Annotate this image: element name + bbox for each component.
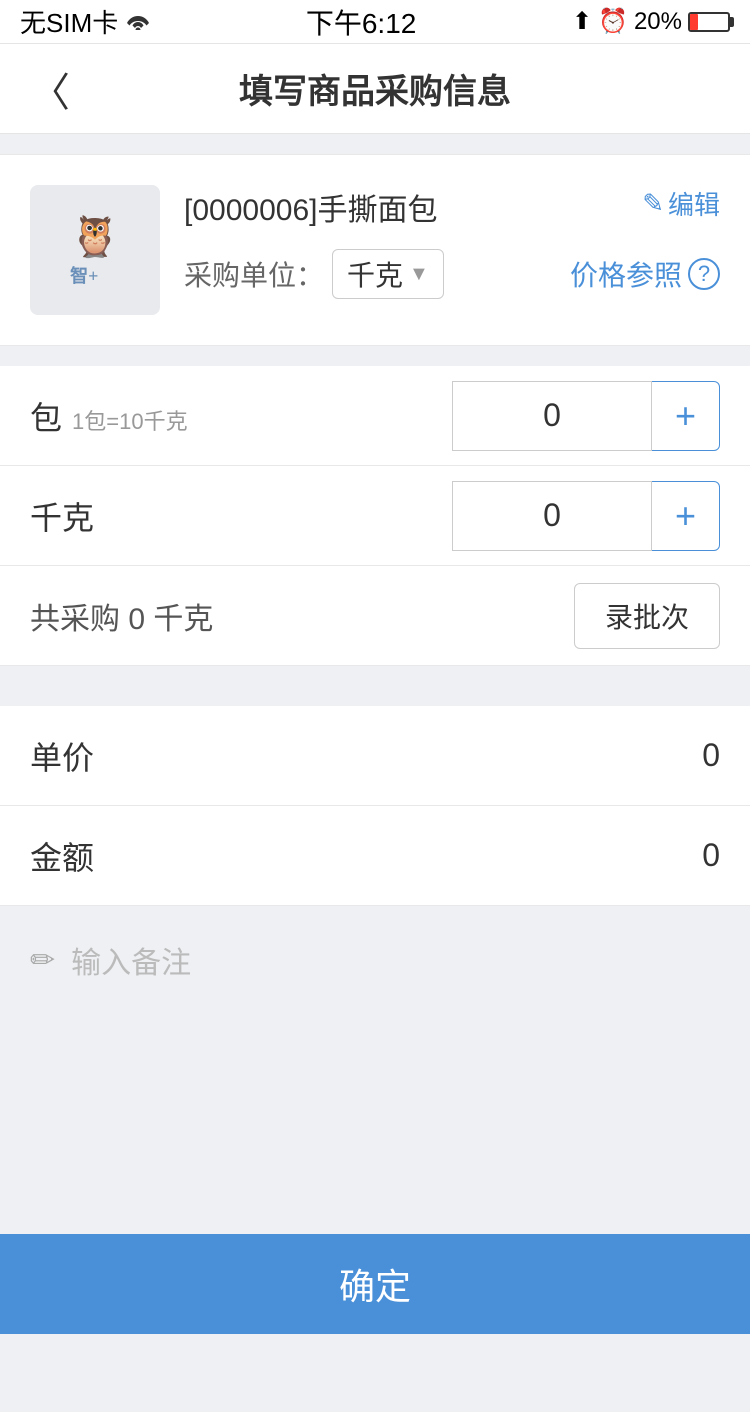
unit-select[interactable]: 千克 ▼ <box>332 249 444 299</box>
total-row: 共采购 0 千克 录批次 <box>0 566 750 666</box>
product-image: 🦉 智+ <box>30 185 160 315</box>
help-icon: ? <box>688 258 720 290</box>
kg-qty-input[interactable] <box>452 481 652 551</box>
notes-section[interactable]: ✏ 输入备注 <box>0 908 750 1012</box>
amount-label: 金额 <box>30 833 702 879</box>
product-info: [0000006]手撕面包 ✎ 编辑 采购单位： 千克 ▼ 价格参照 ? <box>184 185 720 299</box>
kg-qty-controls: + <box>452 481 720 551</box>
wifi-icon <box>126 6 150 37</box>
bao-label: 包 1包=10千克 <box>30 393 452 439</box>
confirm-button[interactable]: 确定 <box>0 1234 750 1334</box>
bao-hint: 1包=10千克 <box>72 404 188 436</box>
unit-label: 采购单位： <box>184 254 324 294</box>
battery-percent: 20% <box>634 8 682 36</box>
nav-bar: 〈 填写商品采购信息 <box>0 44 750 134</box>
unit-label-group: 采购单位： 千克 ▼ <box>184 249 444 299</box>
section-divider-1 <box>0 346 750 366</box>
status-left: 无SIM卡 <box>20 3 150 40</box>
price-row: 单价 0 <box>0 706 750 806</box>
input-row-bao: 包 1包=10千克 + <box>0 366 750 466</box>
bao-plus-button[interactable]: + <box>652 381 720 451</box>
input-row-kg: 千克 + <box>0 466 750 566</box>
info-section: 单价 0 金额 0 <box>0 706 750 906</box>
status-time: 下午6:12 <box>306 2 417 42</box>
edit-button[interactable]: ✎ 编辑 <box>642 185 720 222</box>
input-section: 包 1包=10千克 + 千克 + 共采购 0 千克 录批次 <box>0 366 750 666</box>
price-value: 0 <box>702 737 720 774</box>
battery-icon <box>688 12 730 32</box>
product-logo: 🦉 智+ <box>70 213 120 288</box>
notes-placeholder: 输入备注 <box>71 938 191 982</box>
dropdown-arrow-icon: ▼ <box>409 263 429 286</box>
product-card: 🦉 智+ [0000006]手撕面包 ✎ 编辑 采购单位： 千克 <box>0 154 750 346</box>
bao-qty-controls: + <box>452 381 720 451</box>
status-right: ⬆ ⏰ 20% <box>572 7 730 36</box>
status-bar: 无SIM卡 下午6:12 ⬆ ⏰ 20% <box>0 0 750 44</box>
price-ref-button[interactable]: 价格参照 ? <box>570 254 720 294</box>
pencil-icon: ✏ <box>30 943 55 978</box>
back-button[interactable]: 〈 <box>30 60 90 118</box>
location-icon: ⬆ <box>572 7 592 36</box>
product-name: [0000006]手撕面包 <box>184 185 437 229</box>
total-label: 共采购 0 千克 <box>30 594 574 638</box>
alarm-icon: ⏰ <box>598 7 628 36</box>
product-header: [0000006]手撕面包 ✎ 编辑 <box>184 185 720 229</box>
kg-plus-button[interactable]: + <box>652 481 720 551</box>
product-unit-row: 采购单位： 千克 ▼ 价格参照 ? <box>184 249 720 299</box>
bao-qty-input[interactable] <box>452 381 652 451</box>
page-title: 填写商品采购信息 <box>239 64 511 113</box>
amount-row: 金额 0 <box>0 806 750 906</box>
price-label: 单价 <box>30 733 702 779</box>
amount-value: 0 <box>702 837 720 874</box>
kg-label: 千克 <box>30 493 452 539</box>
batch-button[interactable]: 录批次 <box>574 583 720 649</box>
carrier-text: 无SIM卡 <box>20 3 118 40</box>
section-divider-2 <box>0 666 750 686</box>
